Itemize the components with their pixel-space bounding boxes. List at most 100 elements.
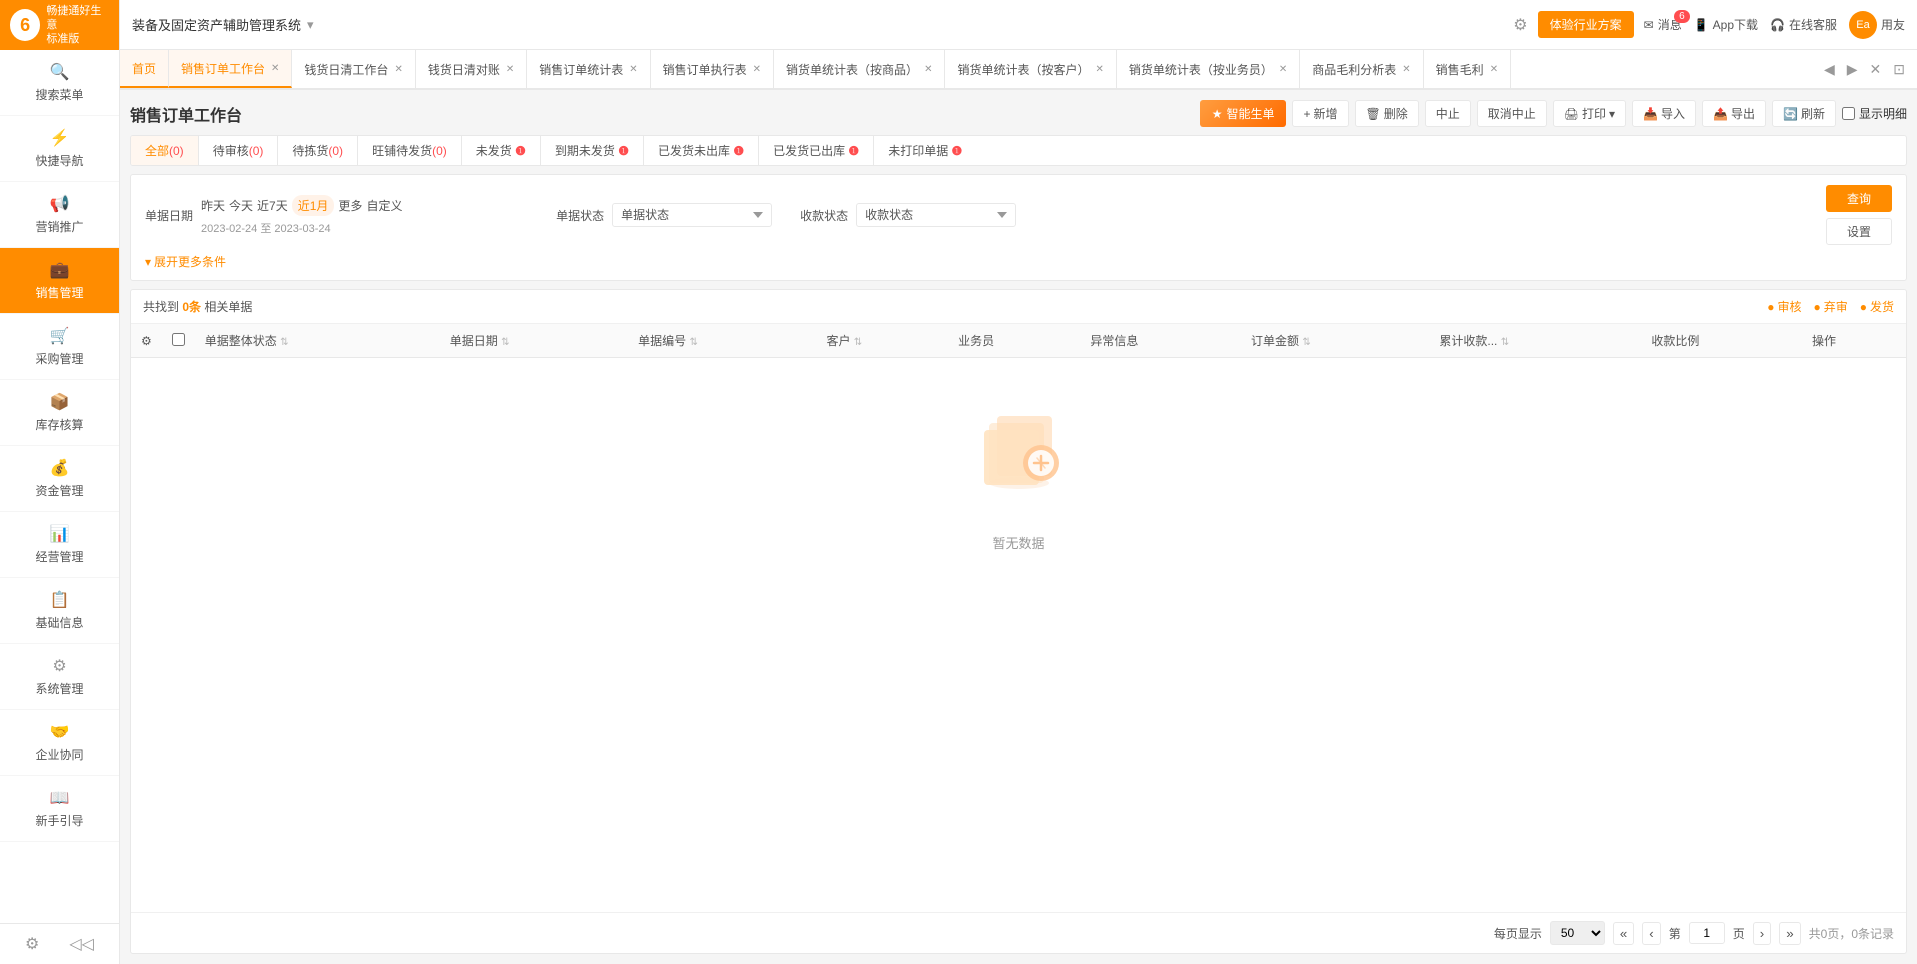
table-quick-actions: ● 审核 ● 弃审 ● 发货: [1767, 298, 1894, 315]
th-collected[interactable]: 累计收款... ⇅: [1429, 324, 1641, 358]
tab-close-all-btn[interactable]: ✕: [1866, 59, 1886, 80]
print-btn[interactable]: 🖨 打印 ▾: [1553, 100, 1626, 127]
tab-expand-btn[interactable]: ⊡: [1889, 59, 1909, 80]
sidebar-item-采购管理[interactable]: 🛒采购管理: [0, 314, 119, 380]
approve-icon: ●: [1767, 300, 1774, 314]
select-all-checkbox[interactable]: [172, 333, 185, 346]
filter-tab-未发货[interactable]: 未发货 ❶: [462, 136, 541, 165]
unapprove-btn[interactable]: ● 弃审: [1813, 298, 1847, 315]
tab-close-icon[interactable]: ✕: [1279, 64, 1287, 75]
filter-tab-到期未发货[interactable]: 到期未发货 ❶: [541, 136, 644, 165]
tab-next-btn[interactable]: ▶: [1843, 59, 1862, 80]
sidebar-item-新手引导[interactable]: 📖新手引导: [0, 776, 119, 842]
filter-tab-已发货已出库[interactable]: 已发货已出库 ❶: [759, 136, 874, 165]
tab-销售订单执行表[interactable]: 销售订单执行表✕: [651, 50, 774, 88]
message-action[interactable]: ✉ 消息 6: [1644, 16, 1682, 33]
th-amount[interactable]: 订单金额 ⇅: [1241, 324, 1429, 358]
filter-tab-旺铺待发货[interactable]: 旺铺待发货(0): [358, 136, 462, 165]
top-header: 装备及固定资产辅助管理系统 ▾ ⚙ 体验行业方案 ✉ 消息 6 📱 App下载 …: [120, 0, 1917, 50]
approve-btn[interactable]: ● 审核: [1767, 298, 1801, 315]
app-title-dropdown[interactable]: ▾: [307, 17, 314, 33]
tab-close-icon[interactable]: ✕: [271, 63, 279, 74]
sidebar-item-企业协同[interactable]: 🤝企业协同: [0, 710, 119, 776]
filter-tab-已发货未出库[interactable]: 已发货未出库 ❶: [644, 136, 759, 165]
show-detail-checkbox[interactable]: [1842, 107, 1855, 120]
tab-销售订单工作台[interactable]: 销售订单工作台✕: [169, 50, 292, 88]
page-size-select[interactable]: 50 10 20 100: [1550, 921, 1605, 945]
tab-close-icon[interactable]: ✕: [629, 64, 637, 75]
date-option-近1月[interactable]: 近1月: [292, 195, 335, 216]
sidebar-item-资金管理[interactable]: 💰资金管理: [0, 446, 119, 512]
filter-tab-全部[interactable]: 全部(0): [131, 136, 199, 165]
page-input[interactable]: [1689, 922, 1725, 944]
tab-销货单统计表（按客户）[interactable]: 销货单统计表（按客户）✕: [945, 50, 1116, 88]
sidebar-item-系统管理[interactable]: ⚙系统管理: [0, 644, 119, 710]
filter-tab-待拣货[interactable]: 待拣货(0): [278, 136, 358, 165]
smart-create-btn[interactable]: ★ 智能生单: [1200, 100, 1287, 127]
date-option-更多[interactable]: 更多: [338, 197, 362, 214]
sidebar-item-库存核算[interactable]: 📦库存核算: [0, 380, 119, 446]
collapse-icon[interactable]: ◁◁: [69, 934, 94, 954]
settings-icon[interactable]: ⚙: [25, 934, 39, 954]
th-operation: 操作: [1802, 324, 1906, 358]
th-date[interactable]: 单据日期 ⇅: [440, 324, 628, 358]
tab-close-icon[interactable]: ✕: [394, 64, 402, 75]
tab-close-icon[interactable]: ✕: [1490, 64, 1498, 75]
first-page-btn[interactable]: «: [1613, 922, 1634, 945]
tab-close-icon[interactable]: ✕: [924, 64, 932, 75]
export-btn[interactable]: 📤 导出: [1702, 100, 1766, 127]
tab-close-icon[interactable]: ✕: [1402, 64, 1410, 75]
tab-钱货日清工作台[interactable]: 钱货日清工作台✕: [292, 50, 415, 88]
tab-销售毛利[interactable]: 销售毛利✕: [1424, 50, 1511, 88]
stop-btn[interactable]: 中止: [1425, 100, 1471, 127]
show-detail-label[interactable]: 显示明细: [1842, 105, 1907, 122]
header-gear-icon[interactable]: ⚙: [1513, 15, 1527, 35]
tab-close-icon[interactable]: ✕: [506, 64, 514, 75]
settings-col[interactable]: ⚙: [131, 324, 162, 358]
filter-tab-待审核[interactable]: 待审核(0): [199, 136, 279, 165]
status-select[interactable]: 单据状态: [612, 203, 772, 227]
cancel-stop-btn[interactable]: 取消中止: [1477, 100, 1547, 127]
sort-icon: ⇅: [501, 337, 509, 348]
tab-销货单统计表（按业务员）[interactable]: 销货单统计表（按业务员）✕: [1117, 50, 1300, 88]
tab-商品毛利分析表[interactable]: 商品毛利分析表✕: [1300, 50, 1423, 88]
user-action[interactable]: Ea 用友: [1849, 11, 1905, 39]
date-option-近7天[interactable]: 近7天: [257, 197, 288, 214]
payment-select[interactable]: 收款状态: [856, 203, 1016, 227]
industry-btn[interactable]: 体验行业方案: [1538, 11, 1634, 38]
online-support-action[interactable]: 🎧 在线客服: [1770, 16, 1837, 33]
sidebar-item-搜索菜单[interactable]: 🔍搜索菜单: [0, 50, 119, 116]
ship-btn[interactable]: ● 发货: [1860, 298, 1894, 315]
next-page-btn[interactable]: ›: [1753, 922, 1771, 945]
th-number[interactable]: 单据编号 ⇅: [628, 324, 816, 358]
sidebar-item-快捷导航[interactable]: ⚡快捷导航: [0, 116, 119, 182]
expand-btn[interactable]: ▾ 展开更多条件: [145, 253, 226, 270]
import-btn[interactable]: 📥 导入: [1632, 100, 1696, 127]
sidebar-item-经营管理[interactable]: 📊经营管理: [0, 512, 119, 578]
tab-钱货日清对账[interactable]: 钱货日清对账✕: [416, 50, 527, 88]
last-page-btn[interactable]: »: [1779, 922, 1800, 945]
set-btn[interactable]: 设置: [1826, 218, 1892, 245]
sidebar-item-基础信息[interactable]: 📋基础信息: [0, 578, 119, 644]
app-download-action[interactable]: 📱 App下载: [1694, 16, 1758, 33]
tab-close-icon[interactable]: ✕: [1095, 64, 1103, 75]
tab-销货单统计表（按商品）[interactable]: 销货单统计表（按商品）✕: [774, 50, 945, 88]
delete-btn[interactable]: 🗑 删除: [1355, 100, 1419, 127]
content-area: 销售订单工作台 ★ 智能生单 + 新增 🗑 删除 中止 取消中止 🖨 打印 ▾ …: [120, 90, 1917, 964]
date-option-昨天[interactable]: 昨天: [201, 197, 225, 214]
query-btn[interactable]: 查询: [1826, 185, 1892, 212]
tab-销售订单统计表[interactable]: 销售订单统计表✕: [527, 50, 650, 88]
refresh-btn[interactable]: 🔄 刷新: [1772, 100, 1836, 127]
date-option-自定义[interactable]: 自定义: [366, 197, 402, 214]
th-customer[interactable]: 客户 ⇅: [816, 324, 948, 358]
tab-首页[interactable]: 首页: [120, 50, 169, 88]
add-btn[interactable]: + 新增: [1292, 100, 1348, 127]
th-status[interactable]: 单据整体状态 ⇅: [195, 324, 440, 358]
sidebar-item-营销推广[interactable]: 📢营销推广: [0, 182, 119, 248]
sidebar-item-销售管理[interactable]: 💼销售管理: [0, 248, 119, 314]
tab-prev-btn[interactable]: ◀: [1820, 59, 1839, 80]
filter-tab-未打印单据[interactable]: 未打印单据 ❶: [874, 136, 976, 165]
tab-close-icon[interactable]: ✕: [753, 64, 761, 75]
date-option-今天[interactable]: 今天: [229, 197, 253, 214]
prev-page-btn[interactable]: ‹: [1642, 922, 1660, 945]
